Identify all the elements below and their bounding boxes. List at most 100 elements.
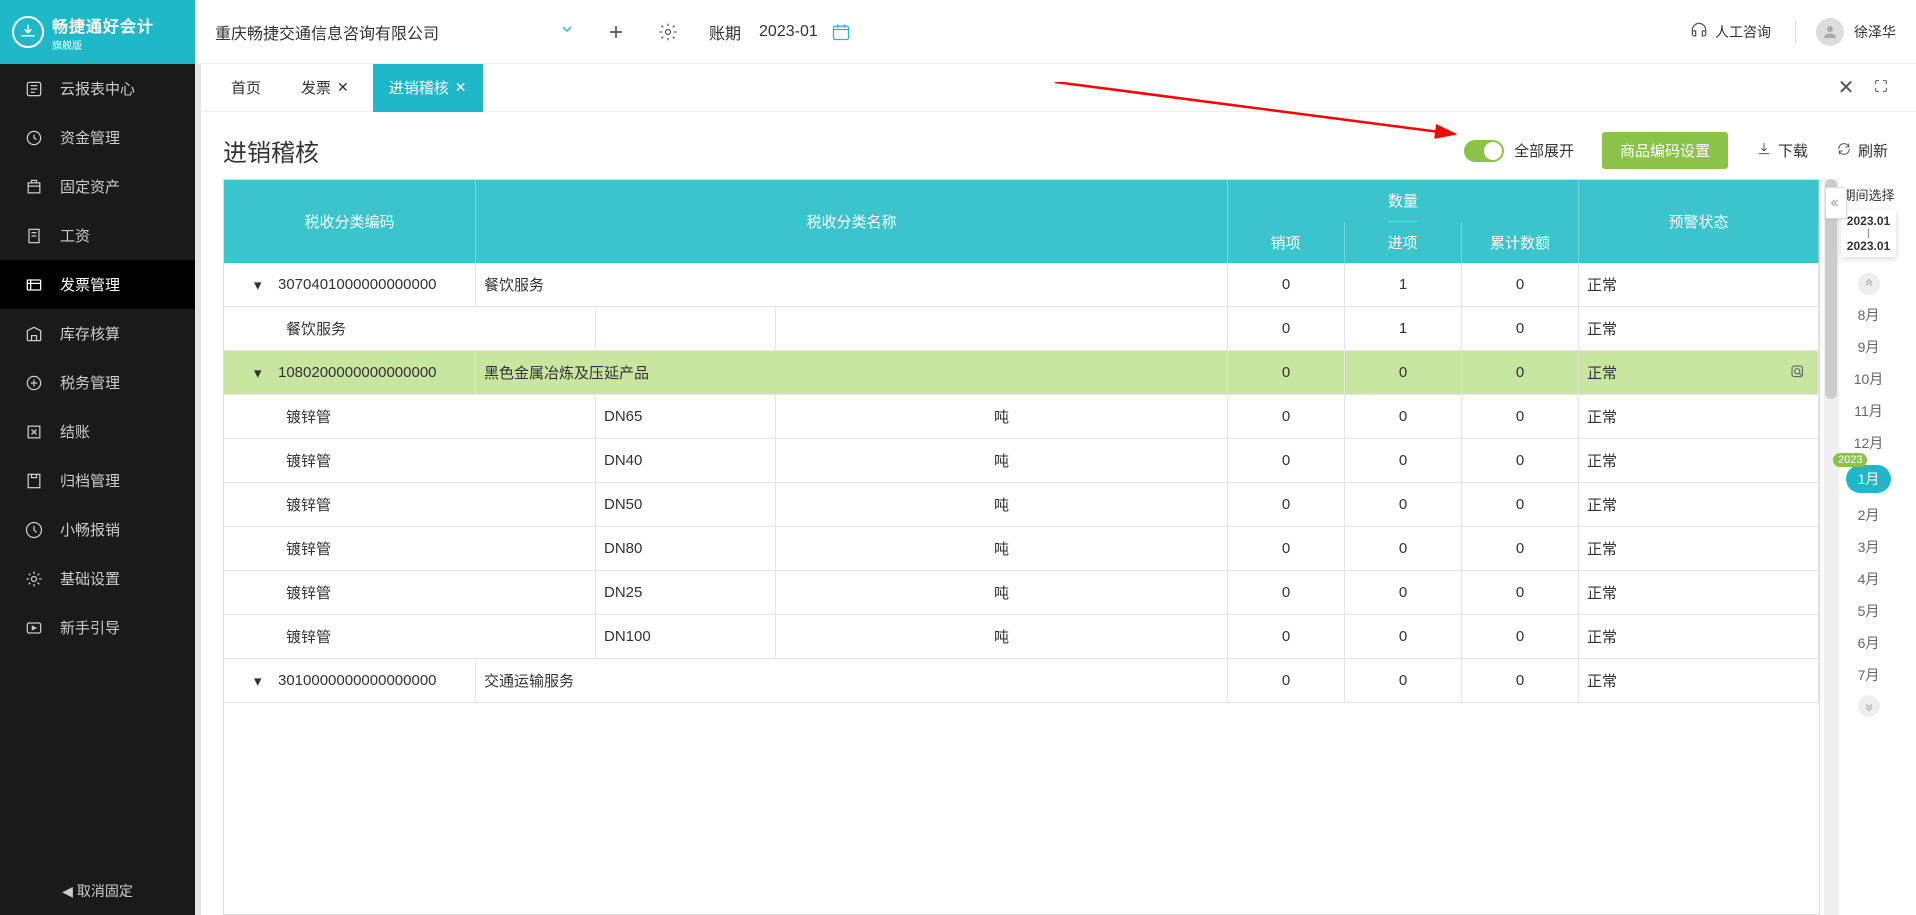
cell-sales: 0 — [1228, 571, 1345, 614]
nav-item[interactable]: 小畅报销 — [0, 505, 195, 554]
month-item[interactable]: 3月 — [1839, 531, 1898, 563]
cell-name: 黑色金属冶炼及压延产品 — [476, 351, 1228, 394]
cell-code: ▾3070401000000000000 — [224, 263, 476, 306]
tab-close-icon[interactable]: ✕ — [455, 79, 467, 96]
cell-warn: 正常 — [1579, 395, 1819, 438]
nav-icon — [24, 422, 44, 442]
cell-purchase: 0 — [1345, 527, 1462, 570]
company-selector[interactable]: 重庆畅捷交通信息咨询有限公司 — [215, 20, 575, 44]
nav-item[interactable]: 发票管理 — [0, 260, 195, 309]
cell-cumulative: 0 — [1462, 483, 1579, 526]
table-row[interactable]: 镀锌管 DN25 吨 0 0 0 正常 — [224, 571, 1819, 615]
nav-item[interactable]: 固定资产 — [0, 162, 195, 211]
logo-title: 畅捷通好会计 — [52, 13, 154, 37]
unpin-button[interactable]: ◀取消固定 — [0, 867, 195, 915]
tab-close-icon[interactable]: ✕ — [337, 79, 349, 96]
cell-purchase: 0 — [1345, 615, 1462, 658]
nav-item[interactable]: 工资 — [0, 211, 195, 260]
date-range[interactable]: 2023.01 | 2023.01 — [1841, 210, 1896, 257]
expand-all-label: 全部展开 — [1514, 140, 1574, 161]
month-item[interactable]: 6月 — [1839, 627, 1898, 659]
cell-spec: DN50 — [596, 483, 776, 526]
logo: 畅捷通好会计 旗舰版 — [0, 0, 195, 64]
fullscreen-button[interactable] — [1866, 78, 1896, 97]
month-next[interactable] — [1858, 695, 1880, 717]
consult-link[interactable]: 人工咨询 — [1689, 20, 1771, 43]
table-row[interactable]: 镀锌管 DN65 吨 0 0 0 正常 — [224, 395, 1819, 439]
chevron-down-icon — [559, 21, 575, 42]
month-item[interactable]: 20231月 — [1839, 459, 1898, 499]
month-item[interactable]: 4月 — [1839, 563, 1898, 595]
month-prev[interactable] — [1858, 273, 1880, 295]
nav-icon — [24, 471, 44, 491]
col-code: 税收分类编码 — [224, 180, 476, 263]
nav-item[interactable]: 库存核算 — [0, 309, 195, 358]
topbar: 重庆畅捷交通信息咨询有限公司 账期 2023-01 人工咨询 — [195, 0, 1916, 64]
nav-item[interactable]: 税务管理 — [0, 358, 195, 407]
cell-cumulative: 0 — [1462, 307, 1579, 350]
period-value[interactable]: 2023-01 — [759, 23, 818, 41]
expand-all-toggle[interactable] — [1464, 140, 1504, 162]
cell-warn: 正常 — [1579, 307, 1819, 350]
nav-label: 小畅报销 — [60, 519, 120, 540]
tab[interactable]: 发票✕ — [285, 64, 365, 112]
cell-spec: DN40 — [596, 439, 776, 482]
month-item[interactable]: 9月 — [1839, 331, 1898, 363]
headset-icon — [1689, 20, 1709, 43]
collapse-icon[interactable]: ▾ — [254, 364, 262, 382]
table-row[interactable]: 镀锌管 DN80 吨 0 0 0 正常 — [224, 527, 1819, 571]
scrollbar[interactable] — [1824, 179, 1838, 915]
month-item[interactable]: 11月 — [1839, 395, 1898, 427]
close-tab-button[interactable]: ✕ — [1826, 75, 1866, 100]
cell-spec: DN65 — [596, 395, 776, 438]
nav-item[interactable]: 结账 — [0, 407, 195, 456]
month-item[interactable]: 5月 — [1839, 595, 1898, 627]
refresh-button[interactable]: 刷新 — [1836, 140, 1888, 161]
user-menu[interactable]: 徐泽华 — [1816, 18, 1896, 46]
nav-item[interactable]: 云报表中心 — [0, 64, 195, 113]
search-icon[interactable] — [1789, 363, 1809, 383]
calendar-icon[interactable] — [830, 21, 852, 43]
tab[interactable]: 首页 — [215, 64, 277, 112]
cell-warn: 正常 — [1579, 483, 1819, 526]
cell-cumulative: 0 — [1462, 395, 1579, 438]
tabbar: 首页发票✕进销稽核✕ ✕ — [195, 64, 1916, 112]
nav-item[interactable]: 新手引导 — [0, 603, 195, 652]
table-row[interactable]: ▾1080200000000000000 黑色金属冶炼及压延产品 0 0 0 正… — [224, 351, 1819, 395]
table-row[interactable]: 镀锌管 DN40 吨 0 0 0 正常 — [224, 439, 1819, 483]
cell-purchase: 0 — [1345, 351, 1462, 394]
date-panel-title: 期间选择 — [1842, 185, 1894, 204]
month-item[interactable]: 7月 — [1839, 659, 1898, 691]
add-button[interactable] — [605, 21, 627, 43]
nav-label: 资金管理 — [60, 127, 120, 148]
tab[interactable]: 进销稽核✕ — [373, 64, 483, 112]
table-row[interactable]: 镀锌管 DN50 吨 0 0 0 正常 — [224, 483, 1819, 527]
product-code-settings-button[interactable]: 商品编码设置 — [1602, 132, 1728, 169]
table-row[interactable]: ▾3070401000000000000 餐饮服务 0 1 0 正常 — [224, 263, 1819, 307]
cell-warn: 正常 — [1579, 527, 1819, 570]
date-panel-expand[interactable] — [1825, 187, 1847, 219]
nav-icon — [24, 618, 44, 638]
table-row[interactable]: 餐饮服务 0 1 0 正常 — [224, 307, 1819, 351]
table-row[interactable]: 镀锌管 DN100 吨 0 0 0 正常 — [224, 615, 1819, 659]
nav-item[interactable]: 归档管理 — [0, 456, 195, 505]
month-item[interactable]: 8月 — [1839, 299, 1898, 331]
cell-warn: 正常 — [1579, 615, 1819, 658]
download-button[interactable]: 下载 — [1756, 140, 1808, 161]
cell-warn: 正常 — [1579, 263, 1819, 306]
cell-warn: 正常 — [1579, 571, 1819, 614]
cell-cumulative: 0 — [1462, 439, 1579, 482]
nav-label: 新手引导 — [60, 617, 120, 638]
month-item[interactable]: 10月 — [1839, 363, 1898, 395]
table-row[interactable]: ▾3010000000000000000 交通运输服务 0 0 0 正常 — [224, 659, 1819, 703]
collapse-icon[interactable]: ▾ — [254, 276, 262, 294]
collapse-icon[interactable]: ▾ — [254, 672, 262, 690]
nav-item[interactable]: 资金管理 — [0, 113, 195, 162]
cell-sales: 0 — [1228, 615, 1345, 658]
nav-label: 固定资产 — [60, 176, 120, 197]
nav-item[interactable]: 基础设置 — [0, 554, 195, 603]
settings-button[interactable] — [657, 21, 679, 43]
cell-purchase: 0 — [1345, 571, 1462, 614]
month-item[interactable]: 2月 — [1839, 499, 1898, 531]
cell-sales: 0 — [1228, 659, 1345, 702]
